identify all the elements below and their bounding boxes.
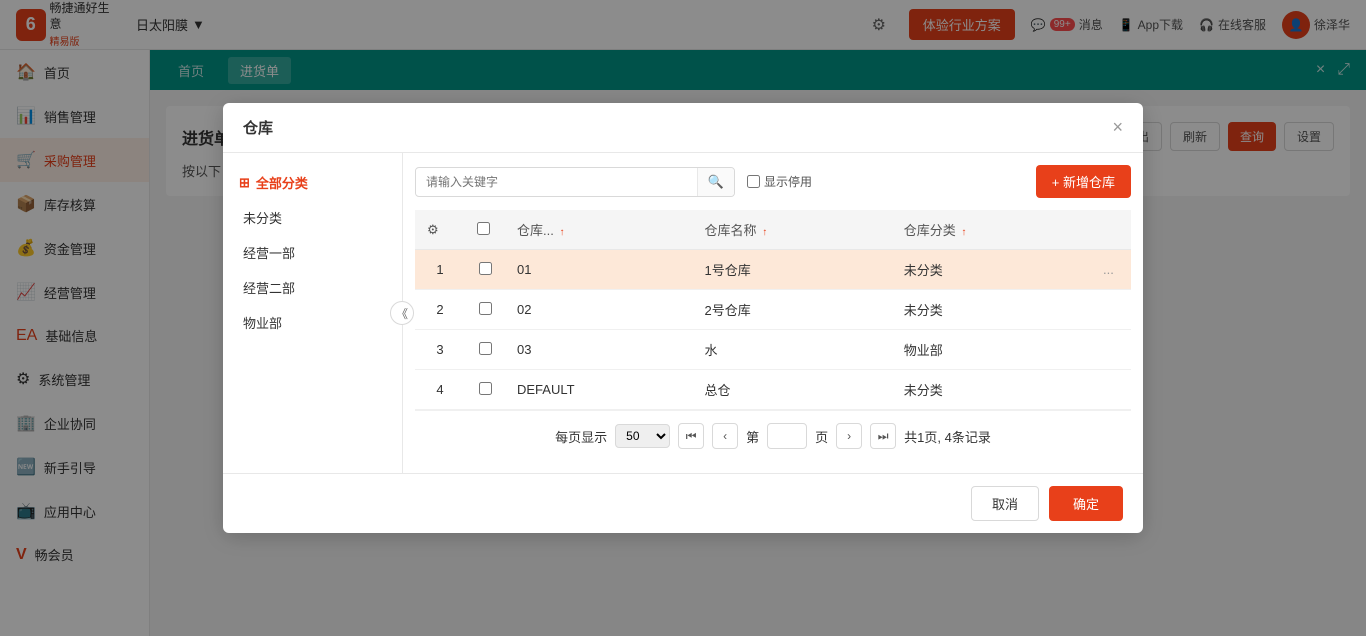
row-name-2: 2号仓库 — [693, 290, 892, 330]
row-category-3: 物业部 — [892, 330, 1091, 370]
category-all[interactable]: ⊞ 全部分类 — [223, 165, 402, 200]
row-category-4: 未分类 — [892, 370, 1091, 410]
col-name-label: 仓库名称 — [705, 223, 757, 238]
row-code-4: DEFAULT — [505, 370, 693, 410]
add-warehouse-btn[interactable]: + 新增仓库 — [1036, 165, 1131, 198]
row-check-2 — [465, 290, 505, 330]
row-checkbox-4[interactable] — [479, 382, 492, 395]
disabled-checkbox[interactable] — [747, 175, 760, 188]
row-check-3 — [465, 330, 505, 370]
dialog-header: 仓库 × — [223, 103, 1143, 153]
row-check-4 — [465, 370, 505, 410]
row-check-1 — [465, 250, 505, 290]
collapse-panel-btn[interactable]: 《 — [390, 301, 414, 325]
row-code-1: 01 — [505, 250, 693, 290]
page-first-btn[interactable]: ⏮ — [678, 423, 704, 449]
page-next-btn[interactable]: › — [836, 423, 862, 449]
confirm-button[interactable]: 确定 — [1049, 486, 1123, 521]
sort-code-icon: ↑ — [559, 227, 564, 238]
search-button[interactable]: 🔍 — [697, 168, 734, 196]
col-header-check — [465, 210, 505, 250]
category-item-unclassified[interactable]: 未分类 — [223, 200, 402, 235]
row-checkbox-1[interactable] — [479, 262, 492, 275]
col-code-label: 仓库... — [517, 223, 554, 238]
category-item-ops2[interactable]: 经营二部 — [223, 270, 402, 305]
col-header-actions — [1091, 210, 1131, 250]
table-row[interactable]: 4 DEFAULT 总仓 未分类 — [415, 370, 1131, 410]
col-header-category: 仓库分类 ↑ — [892, 210, 1091, 250]
table-row[interactable]: 2 02 2号仓库 未分类 — [415, 290, 1131, 330]
table-panel: 🔍 显示停用 + 新增仓库 ⚙ — [403, 153, 1143, 473]
pagination: 每页显示 50 100 200 ⏮ ‹ 第 1 页 › ⏭ 共1页, 4条记录 — [415, 410, 1131, 461]
row-num-3: 3 — [415, 330, 465, 370]
row-code-3: 03 — [505, 330, 693, 370]
page-prev-btn[interactable]: ‹ — [712, 423, 738, 449]
close-icon[interactable]: × — [1112, 117, 1123, 138]
col-header-code: 仓库... ↑ — [505, 210, 693, 250]
search-box: 🔍 — [415, 167, 735, 197]
modal-overlay: 仓库 × ⊞ 全部分类 未分类 经营一部 经营二部 物业部 《 — [0, 0, 1366, 636]
col-category-label: 仓库分类 — [904, 223, 956, 238]
col-header-settings: ⚙ — [415, 210, 465, 250]
cancel-button[interactable]: 取消 — [971, 486, 1039, 521]
warehouse-table: ⚙ 仓库... ↑ 仓库名称 ↑ — [415, 210, 1131, 410]
row-num-4: 4 — [415, 370, 465, 410]
per-page-select[interactable]: 50 100 200 — [615, 424, 670, 448]
category-item-ops1[interactable]: 经营一部 — [223, 235, 402, 270]
row-name-4: 总仓 — [693, 370, 892, 410]
category-item-property[interactable]: 物业部 — [223, 305, 402, 340]
dialog-footer: 取消 确定 — [223, 473, 1143, 533]
row-checkbox-2[interactable] — [479, 302, 492, 315]
warehouse-dialog: 仓库 × ⊞ 全部分类 未分类 经营一部 经营二部 物业部 《 — [223, 103, 1143, 533]
table-body: 1 01 1号仓库 未分类 ... 2 — [415, 250, 1131, 410]
table-toolbar: 🔍 显示停用 + 新增仓库 — [415, 165, 1131, 198]
page-label-after: 页 — [815, 427, 828, 446]
row-num-1: 1 — [415, 250, 465, 290]
show-disabled-checkbox: 显示停用 — [747, 173, 812, 190]
col-header-name: 仓库名称 ↑ — [693, 210, 892, 250]
total-info: 共1页, 4条记录 — [904, 427, 991, 446]
table-container: ⚙ 仓库... ↑ 仓库名称 ↑ — [415, 210, 1131, 410]
row-checkbox-3[interactable] — [479, 342, 492, 355]
row-dots-2[interactable] — [1091, 290, 1131, 330]
row-code-2: 02 — [505, 290, 693, 330]
table-row[interactable]: 1 01 1号仓库 未分类 ... — [415, 250, 1131, 290]
table-row[interactable]: 3 03 水 物业部 — [415, 330, 1131, 370]
show-disabled-label: 显示停用 — [764, 173, 812, 190]
sort-name-icon: ↑ — [762, 227, 767, 238]
select-all-checkbox[interactable] — [477, 222, 490, 235]
category-panel: ⊞ 全部分类 未分类 经营一部 经营二部 物业部 《 — [223, 153, 403, 473]
sort-category-icon: ↑ — [961, 227, 966, 238]
page-label-before: 第 — [746, 427, 759, 446]
dialog-title: 仓库 — [243, 117, 273, 138]
page-input[interactable]: 1 — [767, 423, 807, 449]
table-header: ⚙ 仓库... ↑ 仓库名称 ↑ — [415, 210, 1131, 250]
row-dots-1[interactable]: ... — [1091, 250, 1131, 290]
row-name-1: 1号仓库 — [693, 250, 892, 290]
row-dots-3[interactable] — [1091, 330, 1131, 370]
dialog-body: ⊞ 全部分类 未分类 经营一部 经营二部 物业部 《 🔍 — [223, 153, 1143, 473]
row-category-1: 未分类 — [892, 250, 1091, 290]
row-name-3: 水 — [693, 330, 892, 370]
page-last-btn[interactable]: ⏭ — [870, 423, 896, 449]
grid-icon: ⊞ — [239, 175, 250, 191]
per-page-label: 每页显示 — [555, 427, 607, 446]
row-num-2: 2 — [415, 290, 465, 330]
category-title-label: 全部分类 — [256, 173, 308, 192]
row-category-2: 未分类 — [892, 290, 1091, 330]
row-dots-4[interactable] — [1091, 370, 1131, 410]
search-input[interactable] — [416, 169, 697, 195]
